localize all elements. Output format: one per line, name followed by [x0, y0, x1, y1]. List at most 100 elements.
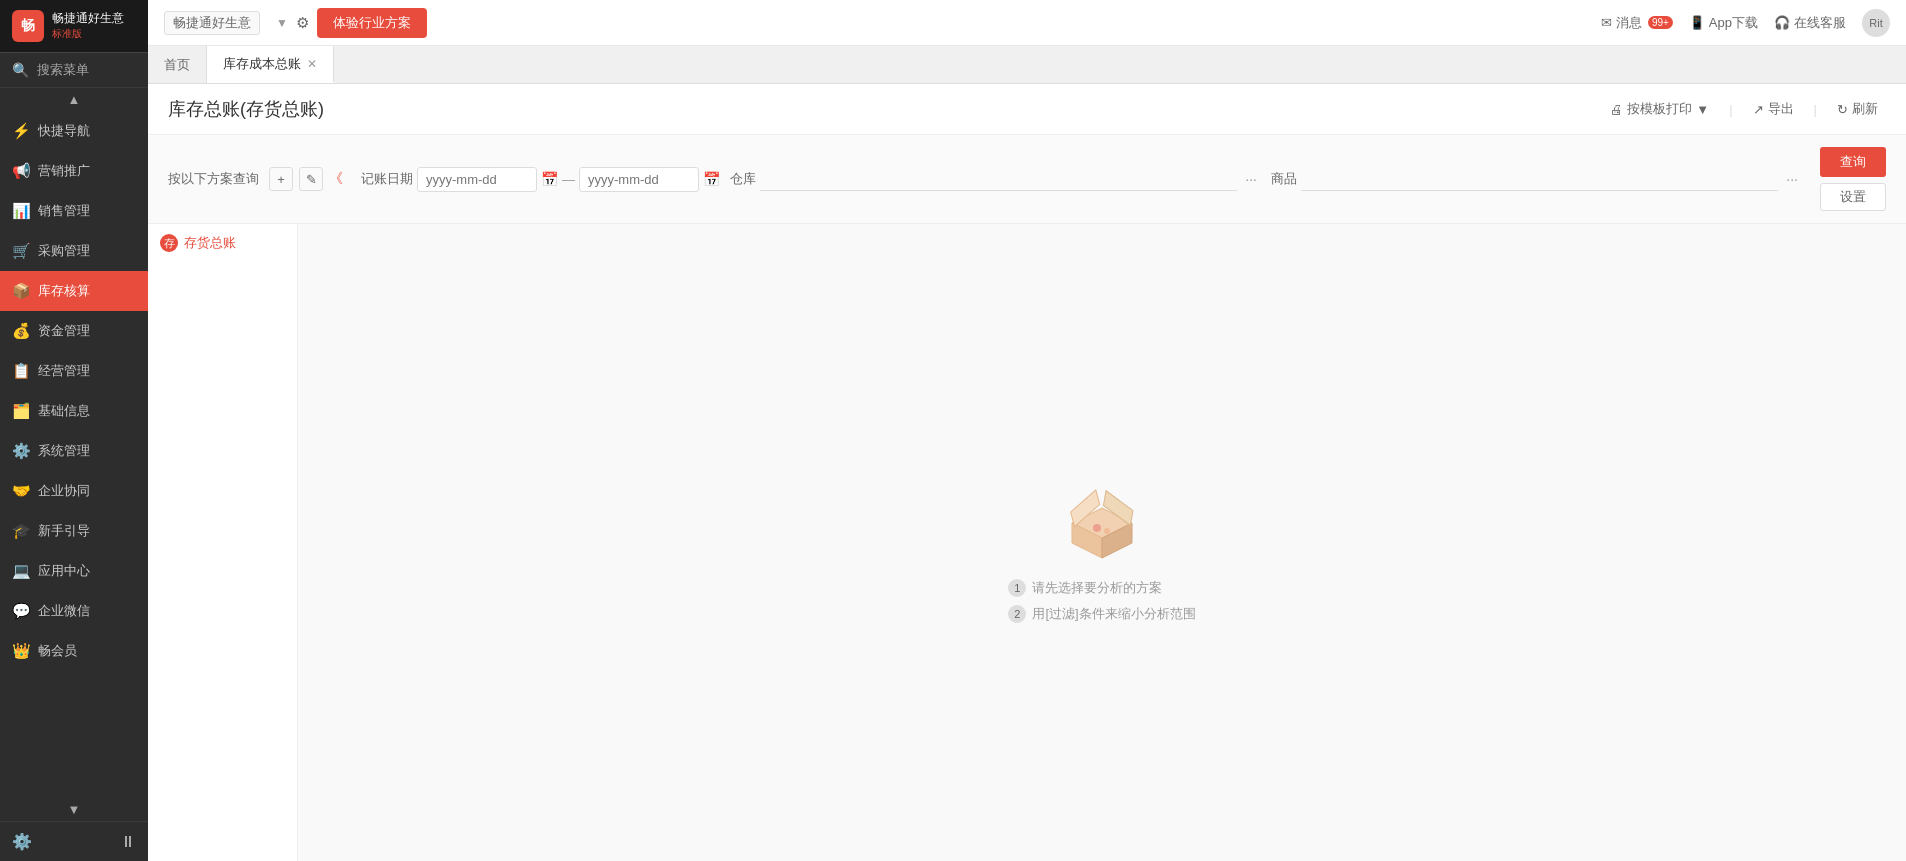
- sidebar-item-purchase[interactable]: 🛒 采购管理: [0, 231, 148, 271]
- tabs-bar: 首页 库存成本总账 ✕: [148, 46, 1906, 84]
- message-button[interactable]: ✉ 消息 99+: [1601, 14, 1673, 32]
- finance-label: 资金管理: [38, 322, 90, 340]
- warehouse-field: 仓库 ···: [730, 167, 1261, 191]
- industry-solution-button[interactable]: 体验行业方案: [317, 8, 427, 38]
- goods-field: 商品 ···: [1271, 167, 1802, 191]
- warehouse-label: 仓库: [730, 170, 756, 188]
- settings-icon[interactable]: ⚙️: [12, 832, 32, 851]
- tab-home[interactable]: 首页: [148, 46, 207, 83]
- app-center-icon: 💻: [12, 562, 30, 580]
- body-area: 存 存货总账: [148, 224, 1906, 861]
- warehouse-more-icon[interactable]: ···: [1241, 169, 1261, 189]
- sidebar-item-sales[interactable]: 📊 销售管理: [0, 191, 148, 231]
- settings-button[interactable]: 设置: [1820, 183, 1886, 211]
- calendar-end-icon[interactable]: 📅: [703, 171, 720, 187]
- online-service-label: 在线客服: [1794, 14, 1846, 32]
- dropdown-chevron-icon[interactable]: ▼: [276, 16, 288, 30]
- scroll-down-btn[interactable]: ▼: [0, 798, 148, 821]
- sidebar-item-finance[interactable]: 💰 资金管理: [0, 311, 148, 351]
- sidebar-nav: ⚡ 快捷导航 📢 营销推广 📊 销售管理 🛒 采购管理 📦 库存核算 💰 资金管…: [0, 111, 148, 798]
- print-button[interactable]: 🖨 按模板打印 ▼: [1602, 96, 1717, 122]
- topbar-gear-icon[interactable]: ⚙: [296, 14, 309, 32]
- tab-close-icon[interactable]: ✕: [307, 57, 317, 71]
- date-end-input[interactable]: [579, 167, 699, 192]
- sales-icon: 📊: [12, 202, 30, 220]
- filter-label: 按以下方案查询: [168, 170, 259, 188]
- search-button[interactable]: 查询: [1820, 147, 1886, 177]
- management-label: 经营管理: [38, 362, 90, 380]
- date-range-field: 记账日期 📅 — 📅: [361, 167, 720, 192]
- sidebar-item-member[interactable]: 👑 畅会员: [0, 631, 148, 671]
- edit-scheme-button[interactable]: ✎: [299, 167, 323, 191]
- sidebar-item-app-center[interactable]: 💻 应用中心: [0, 551, 148, 591]
- scheme-item-icon: 存: [160, 234, 178, 252]
- tip-text-1: 请先选择要分析的方案: [1032, 579, 1162, 597]
- cooperation-label: 企业协同: [38, 482, 90, 500]
- topbar: 畅捷通好生意 ▼ ⚙ 体验行业方案 ✉ 消息 99+ 📱 App下载 🎧 在线客…: [148, 0, 1906, 46]
- empty-tips: 1 请先选择要分析的方案 2 用[过滤]条件来缩小分析范围: [1008, 579, 1195, 623]
- tip-num-1: 1: [1008, 579, 1026, 597]
- empty-illustration: [1052, 463, 1152, 563]
- topbar-brand: 畅捷通好生意: [164, 11, 260, 35]
- refresh-icon: ↻: [1837, 102, 1848, 117]
- sidebar-item-marketing[interactable]: 📢 营销推广: [0, 151, 148, 191]
- scheme-panel: 存 存货总账: [148, 224, 298, 861]
- sidebar-item-basic-info[interactable]: 🗂️ 基础信息: [0, 391, 148, 431]
- collapse-icon[interactable]: ⏸: [120, 833, 136, 851]
- sidebar-item-enterprise-wechat[interactable]: 💬 企业微信: [0, 591, 148, 631]
- sidebar-item-system[interactable]: ⚙️ 系统管理: [0, 431, 148, 471]
- message-label: 消息: [1616, 14, 1642, 32]
- member-label: 畅会员: [38, 642, 77, 660]
- system-label: 系统管理: [38, 442, 90, 460]
- logo-area: 畅 畅捷通好生意 标准版: [0, 0, 148, 53]
- app-download-icon: 📱: [1689, 15, 1705, 30]
- sidebar-item-beginner[interactable]: 🎓 新手引导: [0, 511, 148, 551]
- refresh-button[interactable]: ↻ 刷新: [1829, 96, 1886, 122]
- date-label: 记账日期: [361, 170, 413, 188]
- content-area: 库存总账(存货总账) 🖨 按模板打印 ▼ | ↗ 导出 | ↻ 刷新: [148, 84, 1906, 861]
- warehouse-input[interactable]: [760, 167, 1237, 191]
- search-menu-label: 搜索菜单: [37, 61, 89, 79]
- date-start-input[interactable]: [417, 167, 537, 192]
- basic-info-icon: 🗂️: [12, 402, 30, 420]
- quick-nav-label: 快捷导航: [38, 122, 90, 140]
- tip-text-2: 用[过滤]条件来缩小分析范围: [1032, 605, 1195, 623]
- goods-more-icon[interactable]: ···: [1782, 169, 1802, 189]
- logo-text-area: 畅捷通好生意 标准版: [52, 11, 124, 41]
- purchase-label: 采购管理: [38, 242, 90, 260]
- scroll-up-btn[interactable]: ▲: [0, 88, 148, 111]
- user-profile[interactable]: Rit: [1862, 9, 1890, 37]
- search-icon: 🔍: [12, 62, 29, 78]
- marketing-label: 营销推广: [38, 162, 90, 180]
- scheme-item-inventory[interactable]: 存 存货总账: [148, 224, 297, 262]
- add-scheme-button[interactable]: +: [269, 167, 293, 191]
- sidebar-item-management[interactable]: 📋 经营管理: [0, 351, 148, 391]
- online-service-button[interactable]: 🎧 在线客服: [1774, 14, 1846, 32]
- app-name: 畅捷通好生意: [52, 11, 124, 27]
- app-download-label: App下载: [1709, 14, 1758, 32]
- sidebar-item-quick-nav[interactable]: ⚡ 快捷导航: [0, 111, 148, 151]
- sidebar: 畅 畅捷通好生意 标准版 🔍 搜索菜单 ▲ ⚡ 快捷导航 📢 营销推广 📊 销售…: [0, 0, 148, 861]
- app-subtitle: 标准版: [52, 27, 124, 41]
- export-button[interactable]: ↗ 导出: [1745, 96, 1802, 122]
- print-dropdown-icon[interactable]: ▼: [1696, 102, 1709, 117]
- enterprise-wechat-label: 企业微信: [38, 602, 90, 620]
- refresh-label: 刷新: [1852, 100, 1878, 118]
- avatar: Rit: [1862, 9, 1890, 37]
- tab-inventory-cost[interactable]: 库存成本总账 ✕: [207, 46, 334, 83]
- collapse-filter-icon[interactable]: 《: [329, 170, 343, 188]
- goods-label: 商品: [1271, 170, 1297, 188]
- basic-info-label: 基础信息: [38, 402, 90, 420]
- main-area: 畅捷通好生意 ▼ ⚙ 体验行业方案 ✉ 消息 99+ 📱 App下载 🎧 在线客…: [148, 0, 1906, 861]
- beginner-label: 新手引导: [38, 522, 90, 540]
- content-header: 库存总账(存货总账) 🖨 按模板打印 ▼ | ↗ 导出 | ↻ 刷新: [148, 84, 1906, 135]
- sidebar-item-inventory[interactable]: 📦 库存核算: [0, 271, 148, 311]
- goods-input[interactable]: [1301, 167, 1778, 191]
- calendar-start-icon[interactable]: 📅: [541, 171, 558, 187]
- sidebar-item-cooperation[interactable]: 🤝 企业协同: [0, 471, 148, 511]
- cooperation-icon: 🤝: [12, 482, 30, 500]
- sidebar-search[interactable]: 🔍 搜索菜单: [0, 53, 148, 88]
- inventory-icon: 📦: [12, 282, 30, 300]
- app-download-button[interactable]: 📱 App下载: [1689, 14, 1758, 32]
- tip-num-2: 2: [1008, 605, 1026, 623]
